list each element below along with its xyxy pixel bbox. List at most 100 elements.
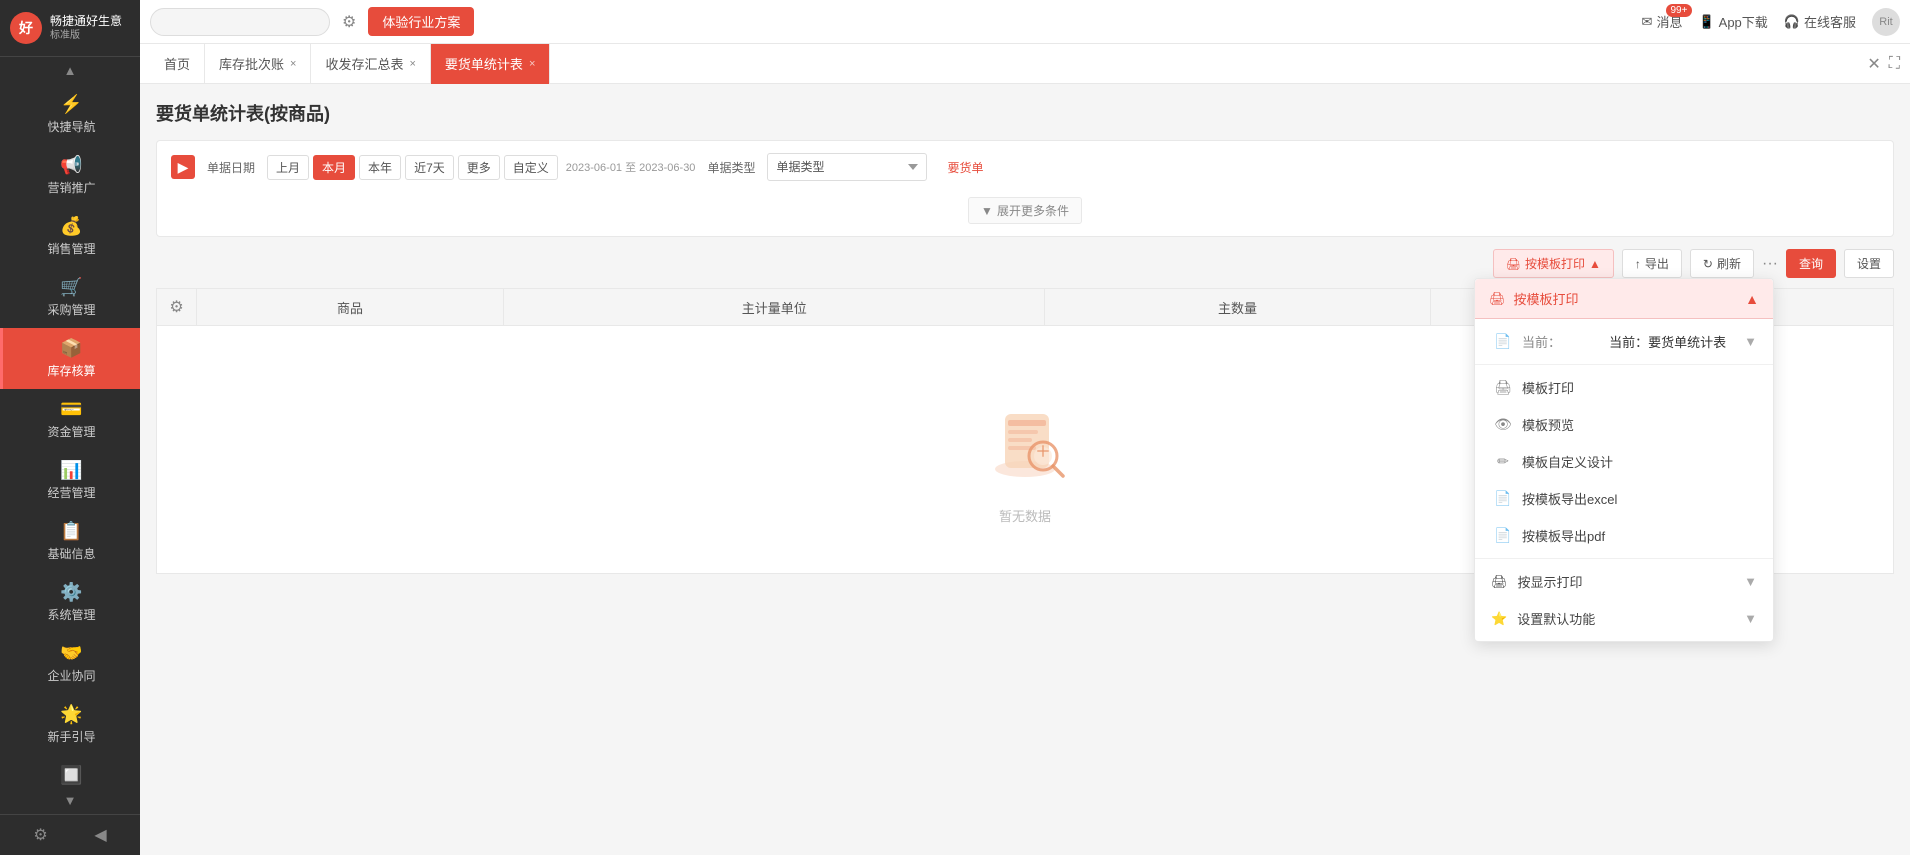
sidebar-item-guide[interactable]: 🌟 新手引导 [0,694,140,755]
date-btn-more[interactable]: 更多 [458,155,500,180]
tab-close-all-icon[interactable]: ✕ [1867,54,1880,74]
sidebar-item-inventory[interactable]: 📦 库存核算 [0,328,140,389]
export-excel-icon: 📄 [1494,490,1512,507]
dropdown-item-export-pdf[interactable]: 📄 按模板导出pdf [1475,517,1773,554]
tab-inventory-batch-label: 库存批次账 [219,54,284,73]
tabs-bar-right: ✕ ⛶ [1867,54,1900,74]
scroll-up-btn[interactable]: ▲ [0,57,140,84]
dropdown-body: 📄 当前： 当前：要货单统计表 ▼ 🖨 模板打印 👁 模板预览 [1475,319,1773,641]
topbar: ⚙ 体验行业方案 ✉ 消息 99+ 📱 App下载 🎧 在线客服 Rit [140,0,1910,44]
dropdown-item-template-preview[interactable]: 👁 模板预览 [1475,406,1773,443]
date-btn-this-month[interactable]: 本月 [313,155,355,180]
expand-down-icon: ▼ [981,204,993,218]
export-pdf-icon: 📄 [1494,527,1512,544]
refresh-icon: ↻ [1703,257,1713,271]
business-label: 经营管理 [47,484,95,501]
sidebar-item-apps[interactable]: 🔲 应用中心 [0,755,140,787]
app-download-label: App下载 [1719,12,1768,31]
date-btn-last-month[interactable]: 上月 [267,155,309,180]
marketing-icon: 📢 [60,155,82,176]
collab-label: 企业协同 [47,667,95,684]
filter-expand-arrow[interactable]: ▶ [171,155,195,179]
sidebar: 好 畅捷通好生意 标准版 ▲ ⚡ 快捷导航 📢 营销推广 💰 销售管理 🛒 采购… [0,0,140,855]
dropdown-title: 按模板打印 [1514,289,1579,308]
message-icon: ✉ [1642,14,1653,30]
bill-type-select[interactable]: 单据类型 [767,153,927,181]
sales-icon: 💰 [60,216,82,237]
messages-item[interactable]: ✉ 消息 99+ [1642,12,1683,31]
tab-inventory-batch[interactable]: 库存批次账 × [205,44,311,84]
date-btn-custom[interactable]: 自定义 [504,155,558,180]
sidebar-item-finance[interactable]: 💳 资金管理 [0,389,140,450]
export-label: 导出 [1645,255,1669,272]
table-settings-icon[interactable]: ⚙ [169,299,183,316]
tab-order-stats-label: 要货单统计表 [445,54,523,73]
tab-expand-icon[interactable]: ⛶ [1889,55,1900,73]
tab-receipts-summary[interactable]: 收发存汇总表 × [311,44,430,84]
sidebar-item-system[interactable]: ⚙️ 系统管理 [0,572,140,633]
bill-type-label: 单据类型 [707,159,755,176]
dropdown-item-display-print[interactable]: 🖨 按显示打印 ▼ [1475,563,1773,600]
dropdown-item-export-excel[interactable]: 📄 按模板导出excel [1475,480,1773,517]
basic-icon: 📋 [60,521,82,542]
date-label: 单据日期 [207,159,255,176]
avatar[interactable]: Rit [1872,8,1900,36]
expand-label: 展开更多条件 [997,202,1069,219]
template-preview-label: 模板预览 [1522,415,1574,434]
sidebar-item-collab[interactable]: 🤝 企业协同 [0,633,140,694]
table-th-product: 商品 [197,289,504,326]
date-btn-this-year[interactable]: 本年 [359,155,401,180]
print-template-btn[interactable]: 🖨 按模板打印 ▲ [1493,249,1614,278]
query-btn[interactable]: 查询 [1786,249,1836,278]
export-btn[interactable]: ↑ 导出 [1622,249,1682,278]
date-range-text: 2023-06-01 至 2023-06-30 [566,159,696,175]
dropdown-print-icon: 🖨 [1489,291,1506,307]
current-expand-icon: ▼ [1744,334,1757,349]
settings-footer-icon[interactable]: ⚙ [33,825,47,845]
marketing-label: 营销推广 [47,179,95,196]
display-print-expand-icon: ▼ [1744,574,1757,589]
sidebar-item-shortcut[interactable]: ⚡ 快捷导航 [0,84,140,145]
dropdown-item-template-design[interactable]: ✏ 模板自定义设计 [1475,443,1773,480]
online-service-item[interactable]: 🎧 在线客服 [1784,12,1856,31]
export-icon: ↑ [1635,257,1641,271]
current-value: 当前：要货单统计表 [1609,332,1726,351]
sidebar-item-marketing[interactable]: 📢 营销推广 [0,145,140,206]
tab-receipts-summary-close[interactable]: × [409,58,415,70]
dropdown-header[interactable]: 🖨 按模板打印 ▲ [1475,279,1773,319]
app-download-icon: 📱 [1698,14,1714,30]
date-btn-7days[interactable]: 近7天 [405,155,454,180]
sidebar-footer: ⚙ ◀ [0,814,140,855]
sidebar-item-sales[interactable]: 💰 销售管理 [0,206,140,267]
settings-btn[interactable]: 设置 [1844,249,1894,278]
sidebar-item-business[interactable]: 📊 经营管理 [0,450,140,511]
display-print-icon: 🖨 [1491,574,1508,590]
topbar-gear-icon[interactable]: ⚙ [338,8,360,36]
apps-icon: 🔲 [60,765,82,786]
dropdown-header-left: 🖨 按模板打印 [1489,289,1579,308]
scroll-down-btn[interactable]: ▼ [0,787,140,814]
export-pdf-label: 按模板导出pdf [1522,526,1605,545]
toolbar-more-icon[interactable]: ··· [1762,255,1778,273]
tab-order-stats[interactable]: 要货单统计表 × [431,44,550,84]
dropdown-item-default-func[interactable]: ⭐ 设置默认功能 ▼ [1475,600,1773,637]
tab-order-stats-close[interactable]: × [529,58,535,70]
sidebar-item-purchase[interactable]: 🛒 采购管理 [0,267,140,328]
filter-panel: ▶ 单据日期 上月 本月 本年 近7天 更多 自定义 2023-06-01 至 … [156,140,1894,237]
messages-badge: 99+ [1666,4,1693,17]
app-download-item[interactable]: 📱 App下载 [1698,12,1767,31]
refresh-btn[interactable]: ↻ 刷新 [1690,249,1754,278]
collapse-icon[interactable]: ◀ [94,825,106,845]
search-input[interactable] [150,8,330,36]
dropdown-item-template-print[interactable]: 🖨 模板打印 [1475,369,1773,406]
current-icon: 📄 [1494,333,1512,350]
content-area: 要货单统计表(按商品) ▶ 单据日期 上月 本月 本年 近7天 更多 自定义 2… [140,84,1910,855]
empty-illustration [975,394,1075,494]
template-print-icon: 🖨 [1494,379,1512,396]
trial-btn[interactable]: 体验行业方案 [368,7,474,36]
expand-conditions-btn[interactable]: ▼ 展开更多条件 [968,197,1082,224]
tab-inventory-batch-close[interactable]: × [290,58,296,70]
sidebar-item-basic[interactable]: 📋 基础信息 [0,511,140,572]
dropdown-current-item[interactable]: 📄 当前： 当前：要货单统计表 ▼ [1475,323,1773,360]
tab-home[interactable]: 首页 [150,44,205,84]
